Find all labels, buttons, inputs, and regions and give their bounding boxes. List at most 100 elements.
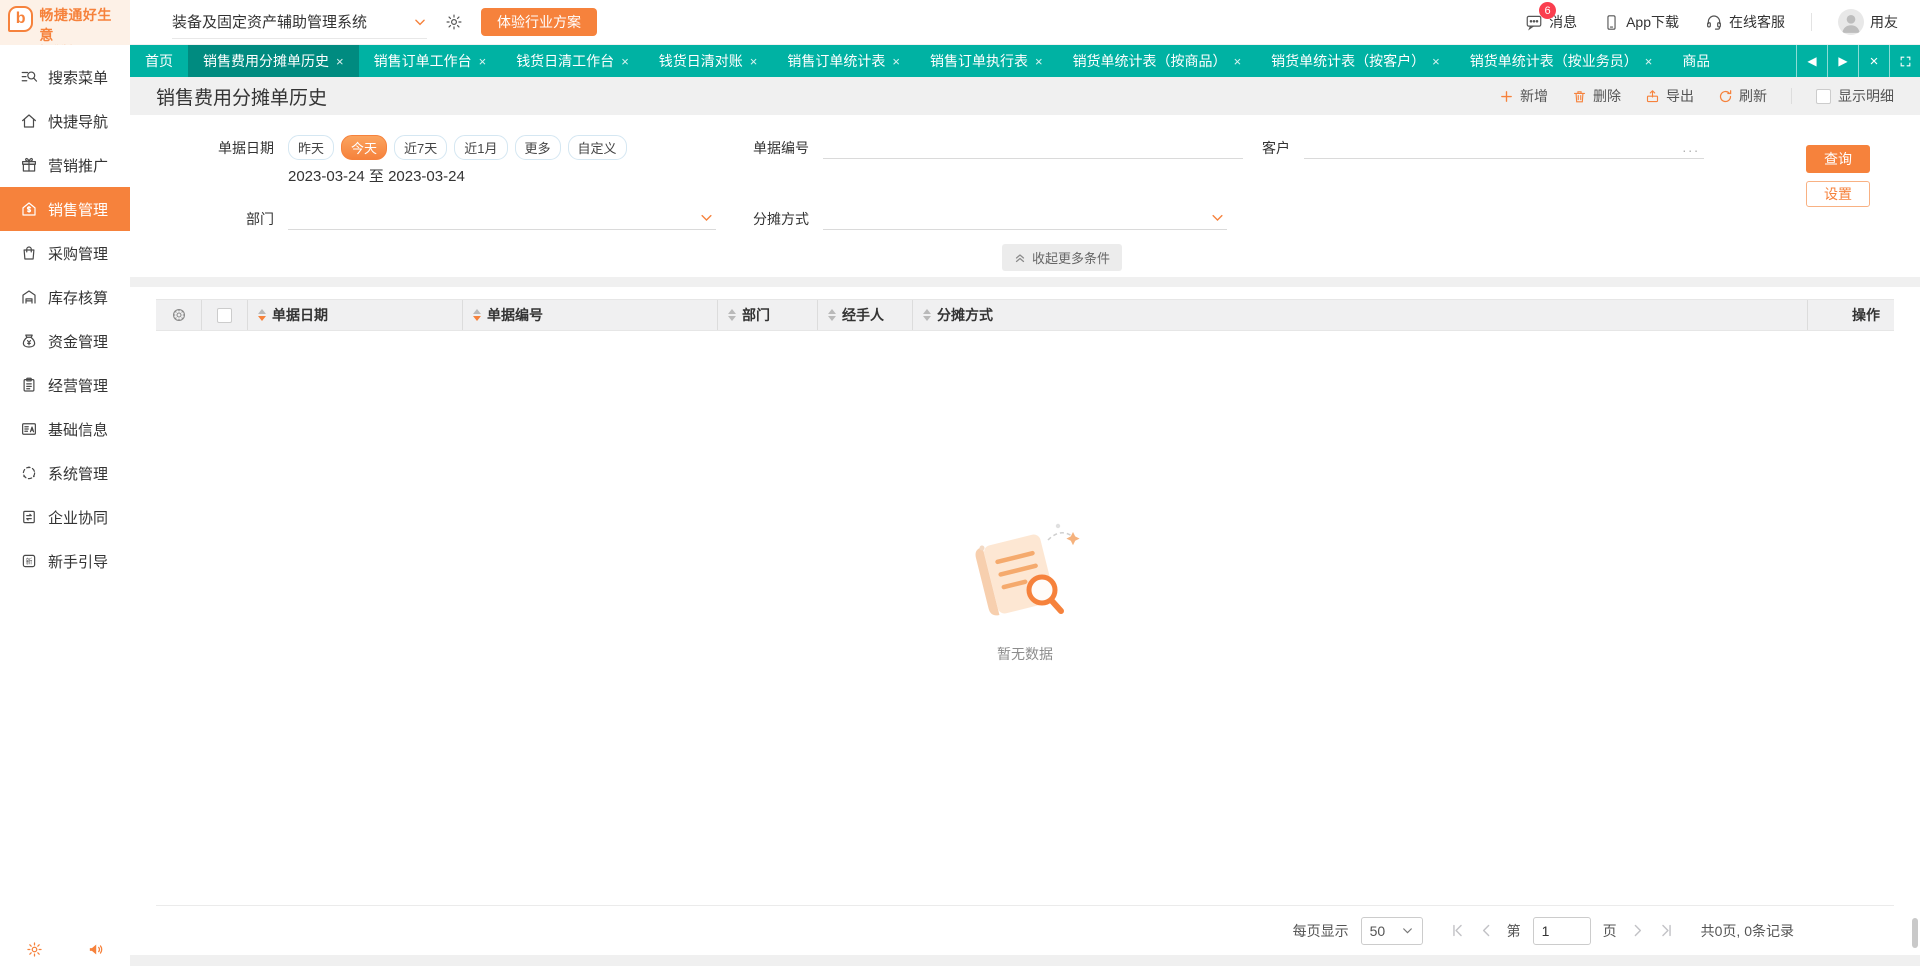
empty-state-text: 暂无数据 [997, 646, 1053, 662]
system-select[interactable]: 装备及固定资产辅助管理系统 [172, 5, 427, 39]
tab-product[interactable]: 商品 [1667, 45, 1709, 77]
tab-close-icon[interactable] [1035, 54, 1043, 69]
fullscreen-icon[interactable] [1889, 45, 1920, 77]
tab-cash-goods-reconcile[interactable]: 钱货日清对账 [644, 45, 773, 77]
sort-icon[interactable] [923, 309, 931, 321]
sidebar-item-basic-info[interactable]: 基础信息 [0, 407, 130, 451]
chevron-down-icon[interactable] [699, 210, 714, 225]
tab-close-all-icon[interactable]: × [1858, 45, 1889, 77]
per-page-select[interactable]: 50 [1360, 916, 1423, 945]
sidebar-item-purchase-mgmt[interactable]: 采购管理 [0, 231, 130, 275]
toolbar-divider [1791, 88, 1792, 104]
tab-scroll-left-icon[interactable]: ◀ [1796, 45, 1827, 77]
column-header-handler[interactable]: 经手人 [818, 300, 913, 330]
tab-close-icon[interactable] [621, 54, 629, 69]
date-chip-yesterday[interactable]: 昨天 [288, 135, 335, 160]
tab-sales-order-execution[interactable]: 销售订单执行表 [915, 45, 1058, 77]
tab-close-icon[interactable] [336, 54, 344, 69]
username-label: 用友 [1870, 14, 1898, 30]
date-chip-more[interactable]: 更多 [514, 135, 561, 160]
tab-cash-goods-workbench[interactable]: 钱货日清工作台 [501, 45, 644, 77]
system-select-value: 装备及固定资产辅助管理系统 [172, 14, 368, 31]
app-window: b 畅捷通好生意 标准版 装备及固定资产辅助管理系统 体验行业方案 消息 6 A… [0, 0, 1920, 966]
show-detail-toggle[interactable]: 显示明细 [1816, 86, 1894, 106]
tab-close-icon[interactable] [479, 54, 487, 69]
department-select[interactable] [288, 206, 716, 230]
vertical-scrollbar[interactable] [1912, 918, 1918, 948]
column-header-doc-no[interactable]: 单据编号 [463, 300, 718, 330]
prev-page-button[interactable] [1478, 922, 1495, 939]
date-chip-today[interactable]: 今天 [341, 135, 388, 160]
sort-icon[interactable] [728, 309, 736, 321]
tab-close-icon[interactable] [1645, 54, 1653, 69]
tab-sales-stats-by-salesperson[interactable]: 销货单统计表（按业务员） [1455, 45, 1668, 77]
clipboard-icon [20, 376, 38, 394]
customer-more-icon[interactable]: ... [1682, 139, 1700, 155]
delete-button[interactable]: 删除 [1572, 86, 1621, 106]
column-header-allocation-method[interactable]: 分摊方式 [913, 300, 1808, 330]
app-download-button[interactable]: App下载 [1603, 12, 1679, 32]
tab-sales-stats-by-product[interactable]: 销货单统计表（按商品） [1058, 45, 1257, 77]
search-button[interactable]: 查询 [1806, 145, 1870, 173]
tab-sales-stats-by-customer[interactable]: 销货单统计表（按客户） [1256, 45, 1455, 77]
tab-scroll-right-icon[interactable]: ▶ [1827, 45, 1858, 77]
sidebar-item-sales-mgmt[interactable]: 销售管理 [0, 187, 130, 231]
collapse-filters-button[interactable]: 收起更多条件 [1001, 244, 1122, 271]
headset-icon [1707, 15, 1721, 30]
sidebar: 搜索菜单 快捷导航 营销推广 销售管理 采购管理 库存核算 资金管理 经营管理 … [0, 45, 130, 966]
messages-badge: 6 [1539, 2, 1557, 19]
sidebar-item-search-menu[interactable]: 搜索菜单 [0, 55, 130, 99]
column-header-department[interactable]: 部门 [718, 300, 818, 330]
tab-sales-order-stats[interactable]: 销售订单统计表 [772, 45, 915, 77]
messages-button[interactable]: 消息 6 [1525, 2, 1577, 32]
tab-close-icon[interactable] [892, 54, 900, 69]
tab-close-icon[interactable] [1234, 54, 1242, 69]
allocation-method-select[interactable] [823, 206, 1227, 230]
tab-sales-expense-history[interactable]: 销售费用分摊单历史 [188, 45, 359, 77]
sidebar-item-quick-nav[interactable]: 快捷导航 [0, 99, 130, 143]
sort-icon[interactable] [473, 309, 481, 321]
first-page-button[interactable] [1449, 922, 1466, 939]
column-header-doc-date[interactable]: 单据日期 [248, 300, 463, 330]
sort-icon[interactable] [828, 309, 836, 321]
date-chip-last7days[interactable]: 近7天 [394, 135, 448, 160]
sidebar-item-inventory[interactable]: 库存核算 [0, 275, 130, 319]
settings-button[interactable]: 设置 [1806, 181, 1870, 207]
last-page-button[interactable] [1658, 922, 1675, 939]
user-menu[interactable]: 用友 [1838, 9, 1898, 35]
online-service-button[interactable]: 在线客服 [1705, 12, 1785, 32]
chevron-down-icon[interactable] [1210, 210, 1225, 225]
column-settings-gear-icon[interactable] [156, 300, 202, 330]
page-number-input[interactable] [1532, 916, 1591, 945]
industry-solution-button[interactable]: 体验行业方案 [481, 8, 597, 36]
filter-doc-no: 单据编号 [739, 135, 1244, 159]
gear-icon[interactable] [445, 13, 463, 31]
sidebar-item-funds[interactable]: 资金管理 [0, 319, 130, 363]
date-range-value[interactable]: 2023-03-24 至 2023-03-24 [288, 165, 627, 186]
sidebar-item-collaboration[interactable]: 企业协同 [0, 495, 130, 539]
tab-close-icon[interactable] [1432, 54, 1440, 69]
doc-no-input[interactable] [823, 135, 1243, 159]
sidebar-item-system-mgmt[interactable]: 系统管理 [0, 451, 130, 495]
filter-doc-date: 单据日期 昨天 今天 近7天 近1月 更多 自定义 2023-03-24 至 2… [204, 135, 739, 186]
refresh-button[interactable]: 刷新 [1718, 86, 1767, 106]
tab-sales-order-workbench[interactable]: 销售订单工作台 [359, 45, 502, 77]
sort-icon[interactable] [258, 309, 266, 321]
select-all-checkbox[interactable] [202, 300, 248, 330]
date-chip-last1month[interactable]: 近1月 [454, 135, 508, 160]
date-chip-custom[interactable]: 自定义 [567, 135, 627, 160]
tab-home[interactable]: 首页 [130, 45, 188, 77]
tab-close-icon[interactable] [750, 54, 758, 69]
settings-gear-icon[interactable] [26, 941, 43, 958]
sidebar-item-marketing[interactable]: 营销推广 [0, 143, 130, 187]
empty-state-illustration [975, 523, 1080, 616]
add-button[interactable]: 新增 [1499, 86, 1548, 106]
announcement-horn-icon[interactable] [87, 941, 104, 958]
next-page-button[interactable] [1629, 922, 1646, 939]
info-card-icon [20, 420, 38, 438]
customer-input[interactable] [1304, 135, 1704, 159]
sidebar-item-newbie-guide[interactable]: 新 新手引导 [0, 539, 130, 583]
sidebar-item-operations[interactable]: 经营管理 [0, 363, 130, 407]
export-button[interactable]: 导出 [1645, 86, 1694, 106]
show-detail-checkbox[interactable] [1816, 88, 1831, 104]
